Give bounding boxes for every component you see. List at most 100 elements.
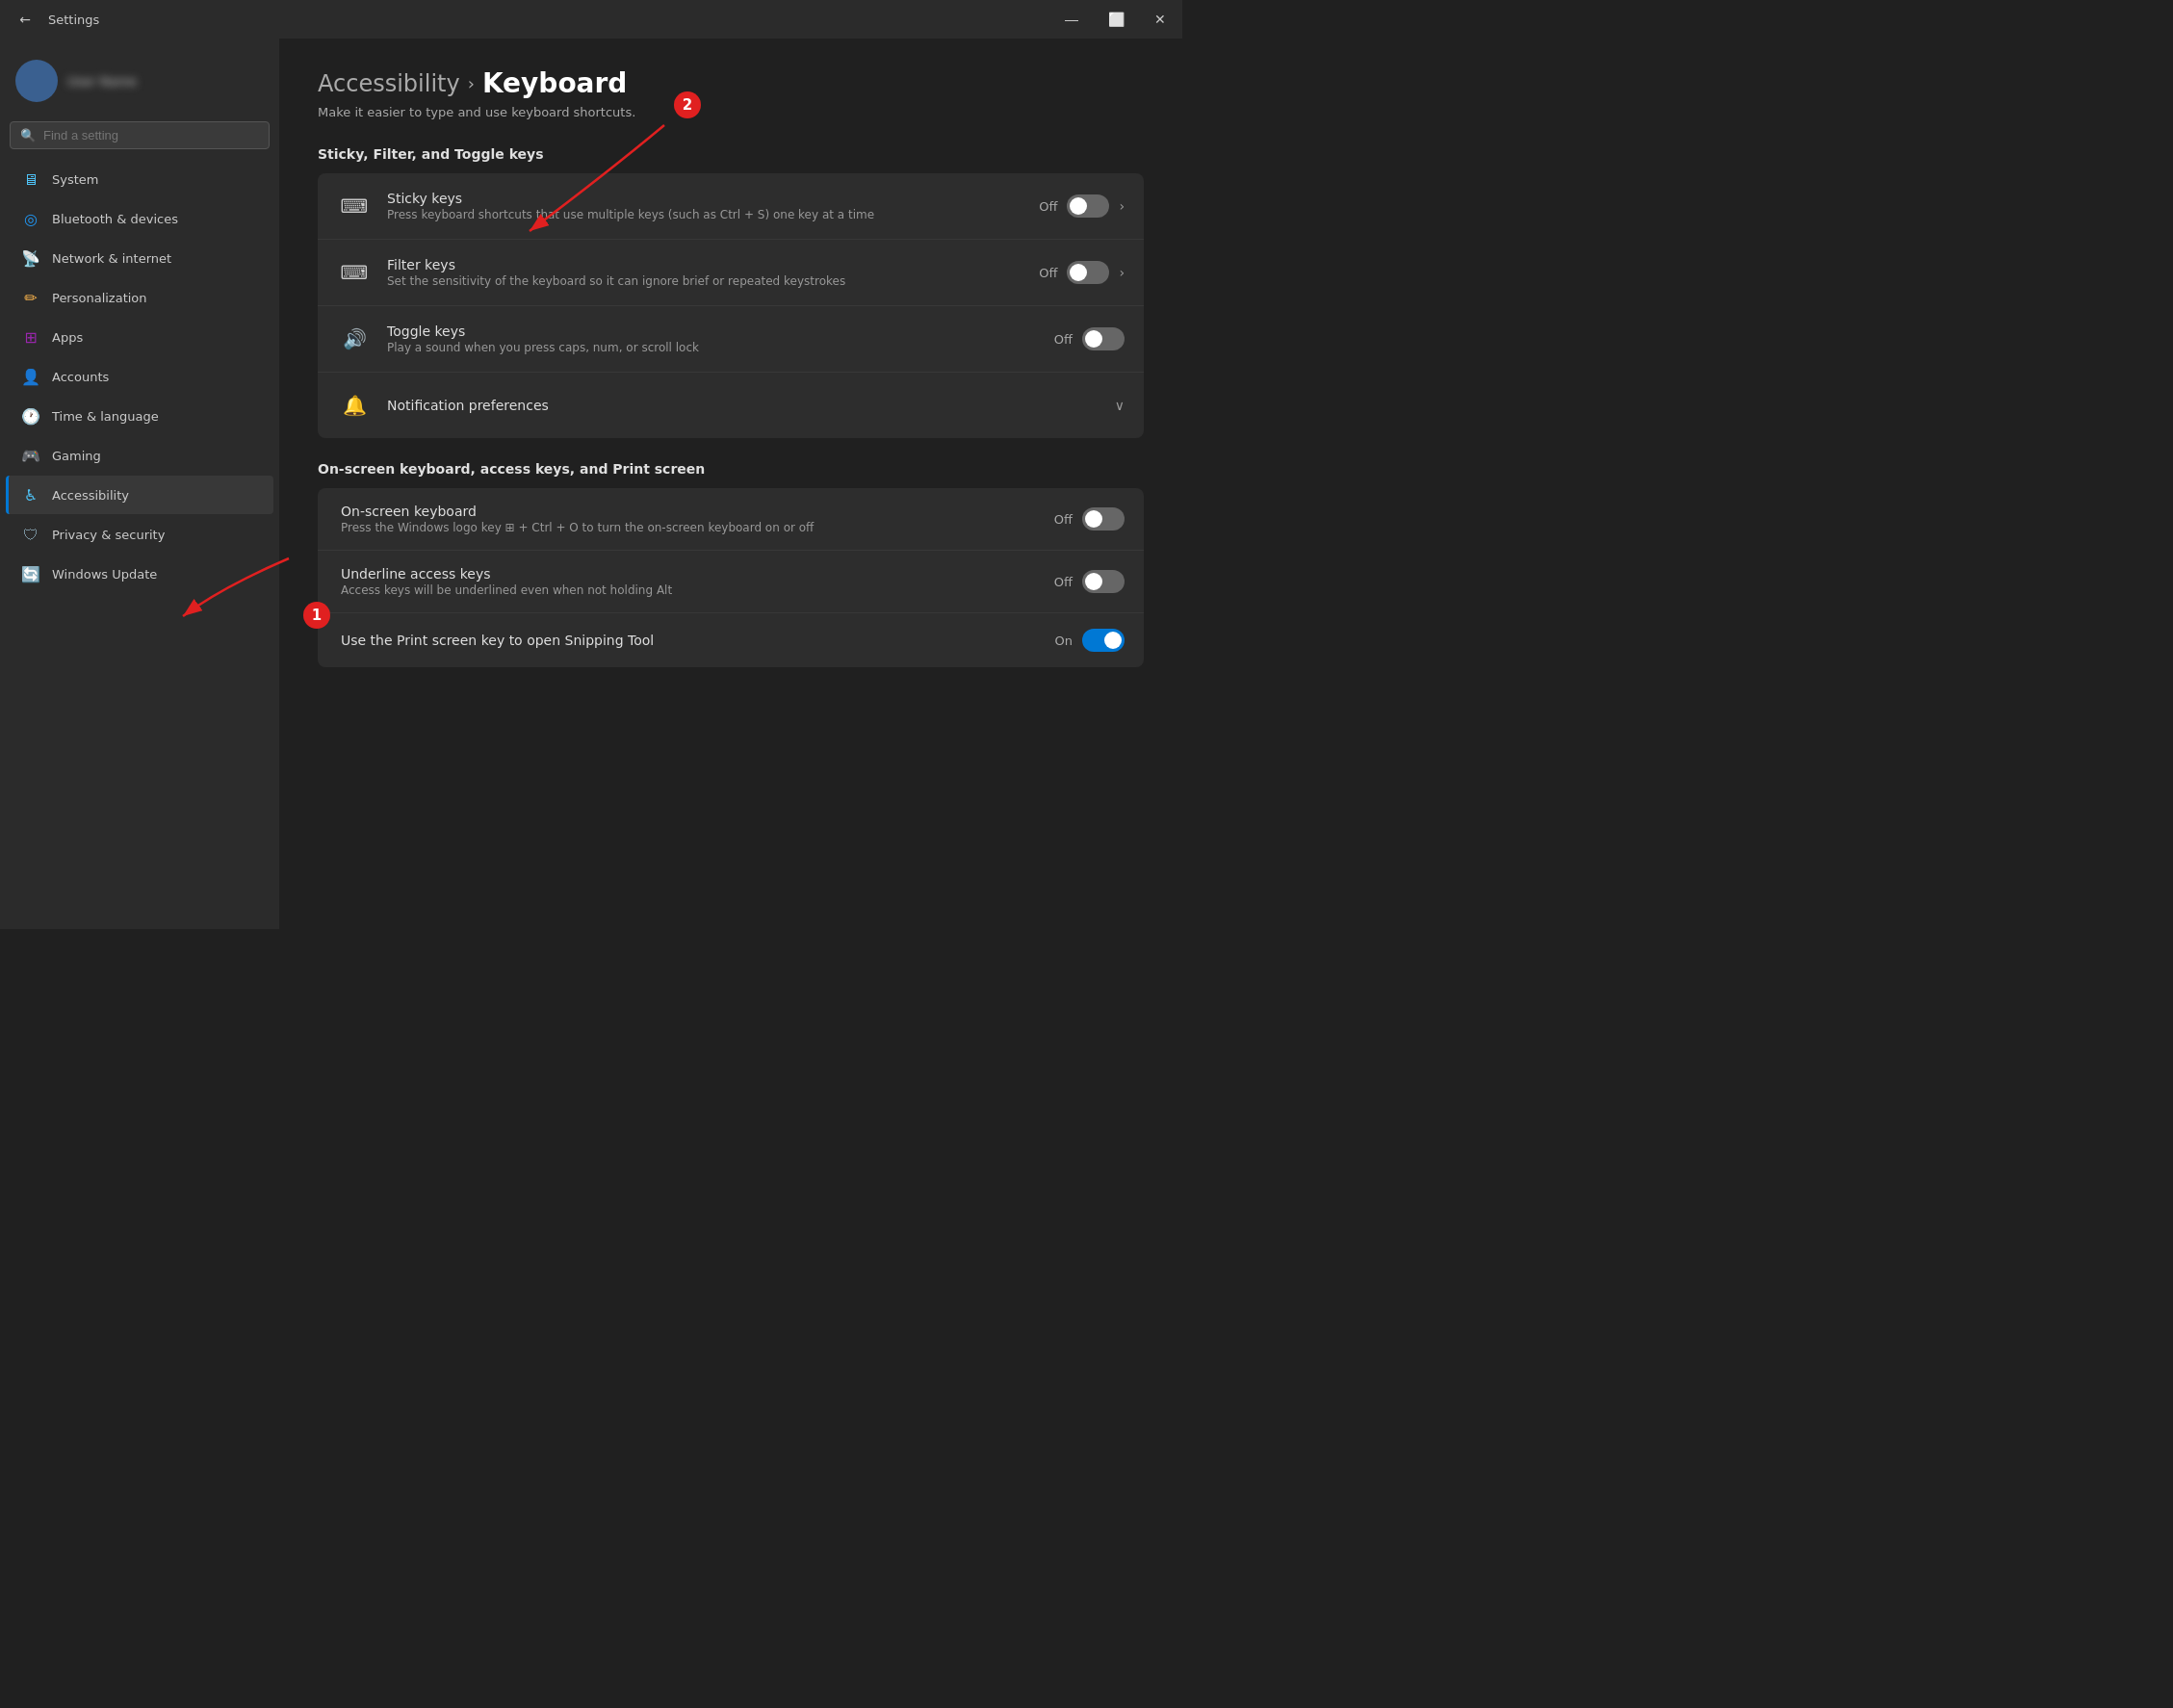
row-onscreen-keyboard[interactable]: On-screen keyboard Press the Windows log… — [318, 488, 1144, 551]
toggle-print-screen[interactable] — [1082, 629, 1125, 652]
sidebar-item-gaming[interactable]: 🎮 Gaming — [6, 436, 273, 475]
nav-icon-apps: ⊞ — [21, 327, 40, 347]
minimize-button[interactable]: — — [1049, 0, 1094, 39]
nav-label-bluetooth: Bluetooth & devices — [52, 212, 178, 226]
nav-label-system: System — [52, 172, 98, 187]
close-button[interactable]: ✕ — [1138, 0, 1182, 39]
breadcrumb-parent[interactable]: Accessibility — [318, 70, 460, 97]
nav-icon-system: 🖥 — [21, 169, 40, 189]
row-filter-keys[interactable]: ⌨ Filter keys Set the sensitivity of the… — [318, 240, 1144, 306]
nav-label-windows-update: Windows Update — [52, 567, 157, 582]
sidebar-item-windows-update[interactable]: 🔄 Windows Update — [6, 555, 273, 593]
nav-label-personalization: Personalization — [52, 291, 147, 305]
row-underline-access-keys[interactable]: Underline access keys Access keys will b… — [318, 551, 1144, 613]
nav-icon-time: 🕐 — [21, 406, 40, 426]
sidebar-item-system[interactable]: 🖥 System — [6, 160, 273, 198]
row-print-screen[interactable]: Use the Print screen key to open Snippin… — [318, 613, 1144, 667]
breadcrumb: Accessibility › Keyboard — [318, 67, 1144, 99]
nav-icon-network: 📡 — [21, 248, 40, 268]
nav-icon-accessibility: ♿ — [21, 485, 40, 505]
app-title: Settings — [48, 13, 99, 27]
page-subtitle: Make it easier to type and use keyboard … — [318, 105, 1144, 119]
toggle-thumb-onscreen-keyboard — [1085, 510, 1102, 528]
row-icon-toggle-keys: 🔊 — [337, 322, 372, 356]
back-button[interactable]: ← — [12, 6, 39, 33]
toggle-label-print-screen: On — [1055, 634, 1073, 648]
row-sticky-keys[interactable]: ⌨ Sticky keys Press keyboard shortcuts t… — [318, 173, 1144, 240]
row-title-toggle-keys: Toggle keys — [387, 323, 1039, 339]
main-content: Accessibility › Keyboard Make it easier … — [279, 39, 1182, 929]
toggle-thumb-filter-keys — [1070, 264, 1087, 281]
row-title-notification-prefs: Notification preferences — [387, 398, 1099, 413]
row-notification-prefs[interactable]: 🔔 Notification preferences ∨ — [318, 373, 1144, 438]
sidebar-item-time[interactable]: 🕐 Time & language — [6, 397, 273, 435]
row-title-sticky-keys: Sticky keys — [387, 191, 1023, 206]
sidebar-item-network[interactable]: 📡 Network & internet — [6, 239, 273, 277]
toggle-sticky-keys[interactable] — [1067, 194, 1109, 218]
toggle-label-underline-access-keys: Off — [1054, 575, 1073, 589]
breadcrumb-current: Keyboard — [482, 67, 627, 99]
search-input[interactable] — [43, 128, 259, 142]
toggle-thumb-underline-access-keys — [1085, 573, 1102, 590]
row-desc-sticky-keys: Press keyboard shortcuts that use multip… — [387, 208, 1023, 221]
row-desc-onscreen-keyboard: Press the Windows logo key ⊞ + Ctrl + O … — [341, 521, 1039, 534]
row-right-underline-access-keys: Off — [1054, 570, 1125, 593]
toggle-thumb-sticky-keys — [1070, 197, 1087, 215]
toggle-thumb-toggle-keys — [1085, 330, 1102, 348]
row-title-onscreen-keyboard: On-screen keyboard — [341, 504, 1039, 519]
row-title-underline-access-keys: Underline access keys — [341, 566, 1039, 582]
chevron-sticky-keys: › — [1119, 198, 1125, 214]
avatar — [15, 60, 58, 102]
row-right-onscreen-keyboard: Off — [1054, 507, 1125, 531]
app-layout: User Name 🔍 🖥 System ◎ Bluetooth & devic… — [0, 39, 1182, 929]
search-box[interactable]: 🔍 — [10, 121, 270, 149]
toggle-toggle-keys[interactable] — [1082, 327, 1125, 350]
sidebar: User Name 🔍 🖥 System ◎ Bluetooth & devic… — [0, 39, 279, 929]
row-desc-toggle-keys: Play a sound when you press caps, num, o… — [387, 341, 1039, 354]
nav-icon-windows-update: 🔄 — [21, 564, 40, 583]
row-title-print-screen: Use the Print screen key to open Snippin… — [341, 633, 1040, 648]
nav-label-accounts: Accounts — [52, 370, 109, 384]
row-title-filter-keys: Filter keys — [387, 257, 1023, 272]
search-icon: 🔍 — [20, 128, 36, 142]
sidebar-item-accounts[interactable]: 👤 Accounts — [6, 357, 273, 396]
row-icon-filter-keys: ⌨ — [337, 255, 372, 290]
breadcrumb-separator: › — [468, 73, 475, 93]
avatar-name: User Name — [67, 74, 137, 89]
nav-icon-privacy: 🛡 — [21, 525, 40, 544]
toggle-underline-access-keys[interactable] — [1082, 570, 1125, 593]
toggle-onscreen-keyboard[interactable] — [1082, 507, 1125, 531]
nav-list: 🖥 System ◎ Bluetooth & devices 📡 Network… — [0, 159, 279, 594]
window-controls: — ⬜ ✕ — [1049, 0, 1182, 39]
nav-label-accessibility: Accessibility — [52, 488, 129, 503]
row-right-sticky-keys: Off › — [1039, 194, 1125, 218]
toggle-thumb-print-screen — [1104, 632, 1122, 649]
toggle-label-toggle-keys: Off — [1054, 332, 1073, 347]
sidebar-item-accessibility[interactable]: ♿ Accessibility — [6, 476, 273, 514]
sidebar-item-apps[interactable]: ⊞ Apps — [6, 318, 273, 356]
sidebar-item-bluetooth[interactable]: ◎ Bluetooth & devices — [6, 199, 273, 238]
row-right-toggle-keys: Off — [1054, 327, 1125, 350]
titlebar: ← Settings — ⬜ ✕ — [0, 0, 1182, 39]
expand-icon-notification-prefs: ∨ — [1115, 398, 1125, 413]
nav-icon-bluetooth: ◎ — [21, 209, 40, 228]
row-desc-filter-keys: Set the sensitivity of the keyboard so i… — [387, 274, 1023, 288]
row-right-print-screen: On — [1055, 629, 1125, 652]
nav-label-network: Network & internet — [52, 251, 171, 266]
nav-icon-personalization: ✏ — [21, 288, 40, 307]
nav-label-privacy: Privacy & security — [52, 528, 165, 542]
row-icon-notification-prefs: 🔔 — [337, 388, 372, 423]
maximize-button[interactable]: ⬜ — [1094, 0, 1138, 39]
sidebar-item-privacy[interactable]: 🛡 Privacy & security — [6, 515, 273, 554]
toggle-label-sticky-keys: Off — [1039, 199, 1057, 214]
section1-card: ⌨ Sticky keys Press keyboard shortcuts t… — [318, 173, 1144, 438]
row-toggle-keys[interactable]: 🔊 Toggle keys Play a sound when you pres… — [318, 306, 1144, 373]
nav-label-gaming: Gaming — [52, 449, 101, 463]
row-right-notification-prefs: ∨ — [1115, 398, 1125, 413]
toggle-label-filter-keys: Off — [1039, 266, 1057, 280]
nav-label-time: Time & language — [52, 409, 159, 424]
toggle-filter-keys[interactable] — [1067, 261, 1109, 284]
user-profile[interactable]: User Name — [0, 48, 279, 121]
sidebar-item-personalization[interactable]: ✏ Personalization — [6, 278, 273, 317]
toggle-label-onscreen-keyboard: Off — [1054, 512, 1073, 527]
